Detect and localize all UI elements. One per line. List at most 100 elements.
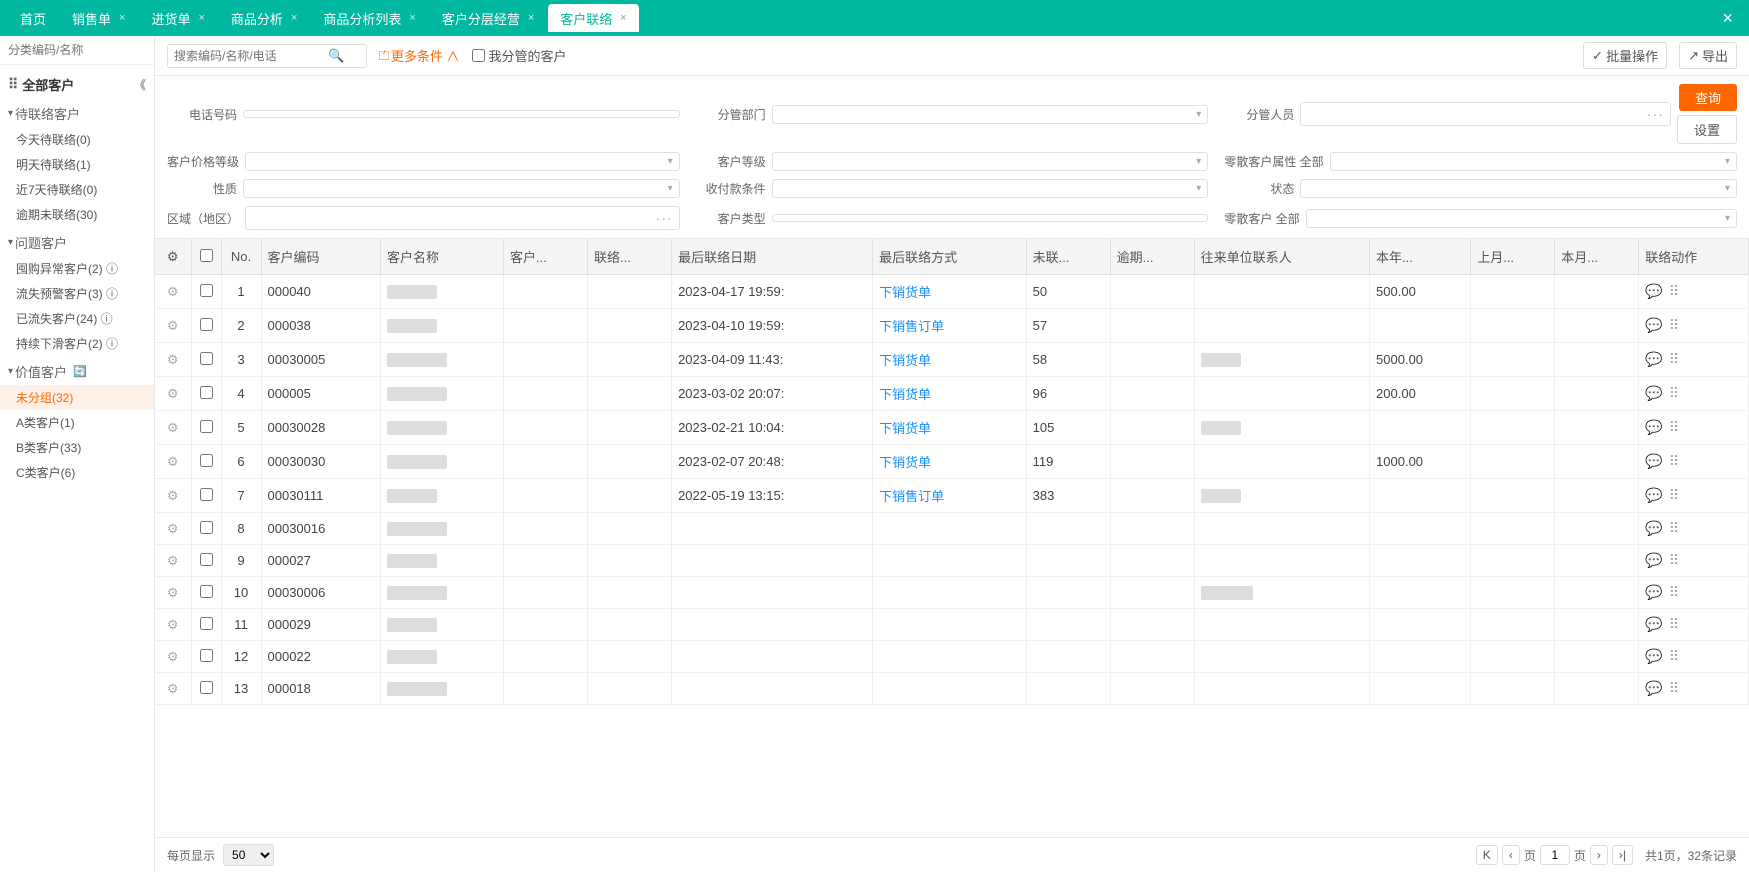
pending-section-header[interactable]: ▾ 待联络客户 (0, 100, 154, 127)
nav-tab-customer-mgr[interactable]: 客户分层经营 × (430, 4, 546, 32)
action-grid-icon[interactable]: ⠿ (1669, 680, 1679, 697)
cell-settings[interactable]: ⚙ (155, 545, 191, 577)
row-checkbox[interactable] (200, 681, 213, 694)
row-checkbox[interactable] (200, 284, 213, 297)
last-method-link[interactable]: 下销售订单 (879, 489, 944, 504)
row-checkbox[interactable] (200, 318, 213, 331)
retail-customer-select[interactable]: ▾ (1306, 209, 1737, 228)
sidebar-search-input[interactable] (8, 43, 155, 57)
row-checkbox[interactable] (200, 386, 213, 399)
export-button[interactable]: ↗ 导出 (1679, 42, 1737, 69)
payment-select[interactable]: ▾ (772, 179, 1209, 198)
sales-close[interactable]: × (119, 12, 125, 24)
sidebar-item-today-pending[interactable]: 今天待联络(0) (0, 127, 154, 152)
phone-input[interactable] (243, 110, 680, 118)
cell-settings[interactable]: ⚙ (155, 411, 191, 445)
cell-settings[interactable]: ⚙ (155, 445, 191, 479)
action-chat-icon[interactable]: 💬 (1645, 616, 1662, 633)
filter-search-icon[interactable]: 🔍 (328, 48, 344, 64)
action-grid-icon[interactable]: ⠿ (1669, 385, 1679, 402)
action-chat-icon[interactable]: 💬 (1645, 283, 1662, 300)
cell-settings[interactable]: ⚙ (155, 641, 191, 673)
retail-attr-select[interactable]: ▾ (1330, 152, 1737, 171)
customer-contact-close[interactable]: × (620, 12, 626, 24)
action-grid-icon[interactable]: ⠿ (1669, 317, 1679, 334)
purchase-close[interactable]: × (198, 12, 204, 24)
action-grid-icon[interactable]: ⠿ (1669, 351, 1679, 368)
my-customers-checkbox[interactable] (472, 49, 485, 62)
row-checkbox[interactable] (200, 352, 213, 365)
last-method-link[interactable]: 下销货单 (879, 387, 931, 402)
select-all-checkbox[interactable] (200, 249, 213, 262)
last-method-link[interactable]: 下销货单 (879, 421, 931, 436)
page-size-select[interactable]: 50 100 200 (223, 844, 274, 866)
sidebar-item-declining[interactable]: 持续下滑客户(2) ⓘ (0, 331, 154, 356)
sidebar-item-ungrouped[interactable]: 未分组(32) (0, 385, 154, 410)
action-chat-icon[interactable]: 💬 (1645, 351, 1662, 368)
action-grid-icon[interactable]: ⠿ (1669, 616, 1679, 633)
batch-operation-button[interactable]: ✓ 批量操作 (1583, 42, 1667, 69)
dept-select[interactable]: ▾ (772, 105, 1209, 124)
customer-level-select[interactable]: ▾ (772, 152, 1209, 171)
action-chat-icon[interactable]: 💬 (1645, 487, 1662, 504)
status-select[interactable]: ▾ (1300, 179, 1737, 198)
cell-settings[interactable]: ⚙ (155, 377, 191, 411)
last-page-button[interactable]: ›| (1612, 845, 1633, 865)
cell-settings[interactable]: ⚙ (155, 577, 191, 609)
th-settings[interactable]: ⚙ (155, 239, 191, 275)
sidebar-collapse-button[interactable]: 《 (134, 76, 146, 93)
sidebar-item-week-pending[interactable]: 近7天待联络(0) (0, 177, 154, 202)
cell-settings[interactable]: ⚙ (155, 673, 191, 705)
cell-settings[interactable]: ⚙ (155, 275, 191, 309)
action-grid-icon[interactable]: ⠿ (1669, 648, 1679, 665)
customer-type-input[interactable] (772, 214, 1209, 222)
last-method-link[interactable]: 下销货单 (879, 285, 931, 300)
cell-settings[interactable]: ⚙ (155, 309, 191, 343)
action-chat-icon[interactable]: 💬 (1645, 385, 1662, 402)
person-input[interactable]: ··· (1300, 102, 1671, 126)
filter-more-btn[interactable]: ⏍ 更多条件 ∧ (379, 46, 460, 65)
action-grid-icon[interactable]: ⠿ (1669, 453, 1679, 470)
goods-analysis-close[interactable]: × (291, 12, 297, 24)
action-chat-icon[interactable]: 💬 (1645, 419, 1662, 436)
sidebar-item-overdue-pending[interactable]: 逾期未联络(30) (0, 202, 154, 227)
filter-search-input[interactable] (174, 49, 324, 63)
row-checkbox[interactable] (200, 454, 213, 467)
row-checkbox[interactable] (200, 649, 213, 662)
action-chat-icon[interactable]: 💬 (1645, 520, 1662, 537)
customer-mgr-close[interactable]: × (528, 12, 534, 24)
nav-tab-customer-contact[interactable]: 客户联络 × (548, 4, 638, 32)
nav-tab-goods-analysis[interactable]: 商品分析 × (219, 4, 309, 32)
nav-tab-purchase[interactable]: 进货单 × (139, 4, 216, 32)
last-method-link[interactable]: 下销售订单 (879, 319, 944, 334)
action-chat-icon[interactable]: 💬 (1645, 552, 1662, 569)
price-level-select[interactable]: ▾ (245, 152, 680, 171)
row-checkbox[interactable] (200, 617, 213, 630)
sidebar-item-tomorrow-pending[interactable]: 明天待联络(1) (0, 152, 154, 177)
reset-button[interactable]: 设置 (1677, 115, 1737, 144)
cell-settings[interactable]: ⚙ (155, 513, 191, 545)
cell-settings[interactable]: ⚙ (155, 479, 191, 513)
last-method-link[interactable]: 下销货单 (879, 455, 931, 470)
sidebar-item-abnormal[interactable]: 囤购异常客户(2) ⓘ (0, 256, 154, 281)
last-method-link[interactable]: 下销货单 (879, 353, 931, 368)
prev-page-button[interactable]: ‹ (1502, 845, 1520, 865)
next-page-button[interactable]: › (1590, 845, 1608, 865)
sidebar-item-class-b[interactable]: B类客户(33) (0, 435, 154, 460)
problem-section-header[interactable]: ▾ 问题客户 (0, 229, 154, 256)
value-section-header[interactable]: ▾ 价值客户 🔄 (0, 358, 154, 385)
action-chat-icon[interactable]: 💬 (1645, 648, 1662, 665)
first-page-button[interactable]: K (1476, 845, 1498, 865)
sidebar-item-class-a[interactable]: A类客户(1) (0, 410, 154, 435)
tree-root-all-customers[interactable]: ⠿ 全部客户 《 (0, 69, 154, 100)
page-number-input[interactable] (1540, 845, 1570, 865)
nav-tab-home[interactable]: 首页 (8, 4, 58, 32)
nav-tab-sales[interactable]: 销售单 × (60, 4, 137, 32)
action-grid-icon[interactable]: ⠿ (1669, 283, 1679, 300)
action-chat-icon[interactable]: 💬 (1645, 584, 1662, 601)
sidebar-item-loss-warning[interactable]: 流失预警客户(3) ⓘ (0, 281, 154, 306)
nav-tab-goods-list[interactable]: 商品分析列表 × (311, 4, 427, 32)
action-grid-icon[interactable]: ⠿ (1669, 487, 1679, 504)
action-chat-icon[interactable]: 💬 (1645, 317, 1662, 334)
row-checkbox[interactable] (200, 521, 213, 534)
